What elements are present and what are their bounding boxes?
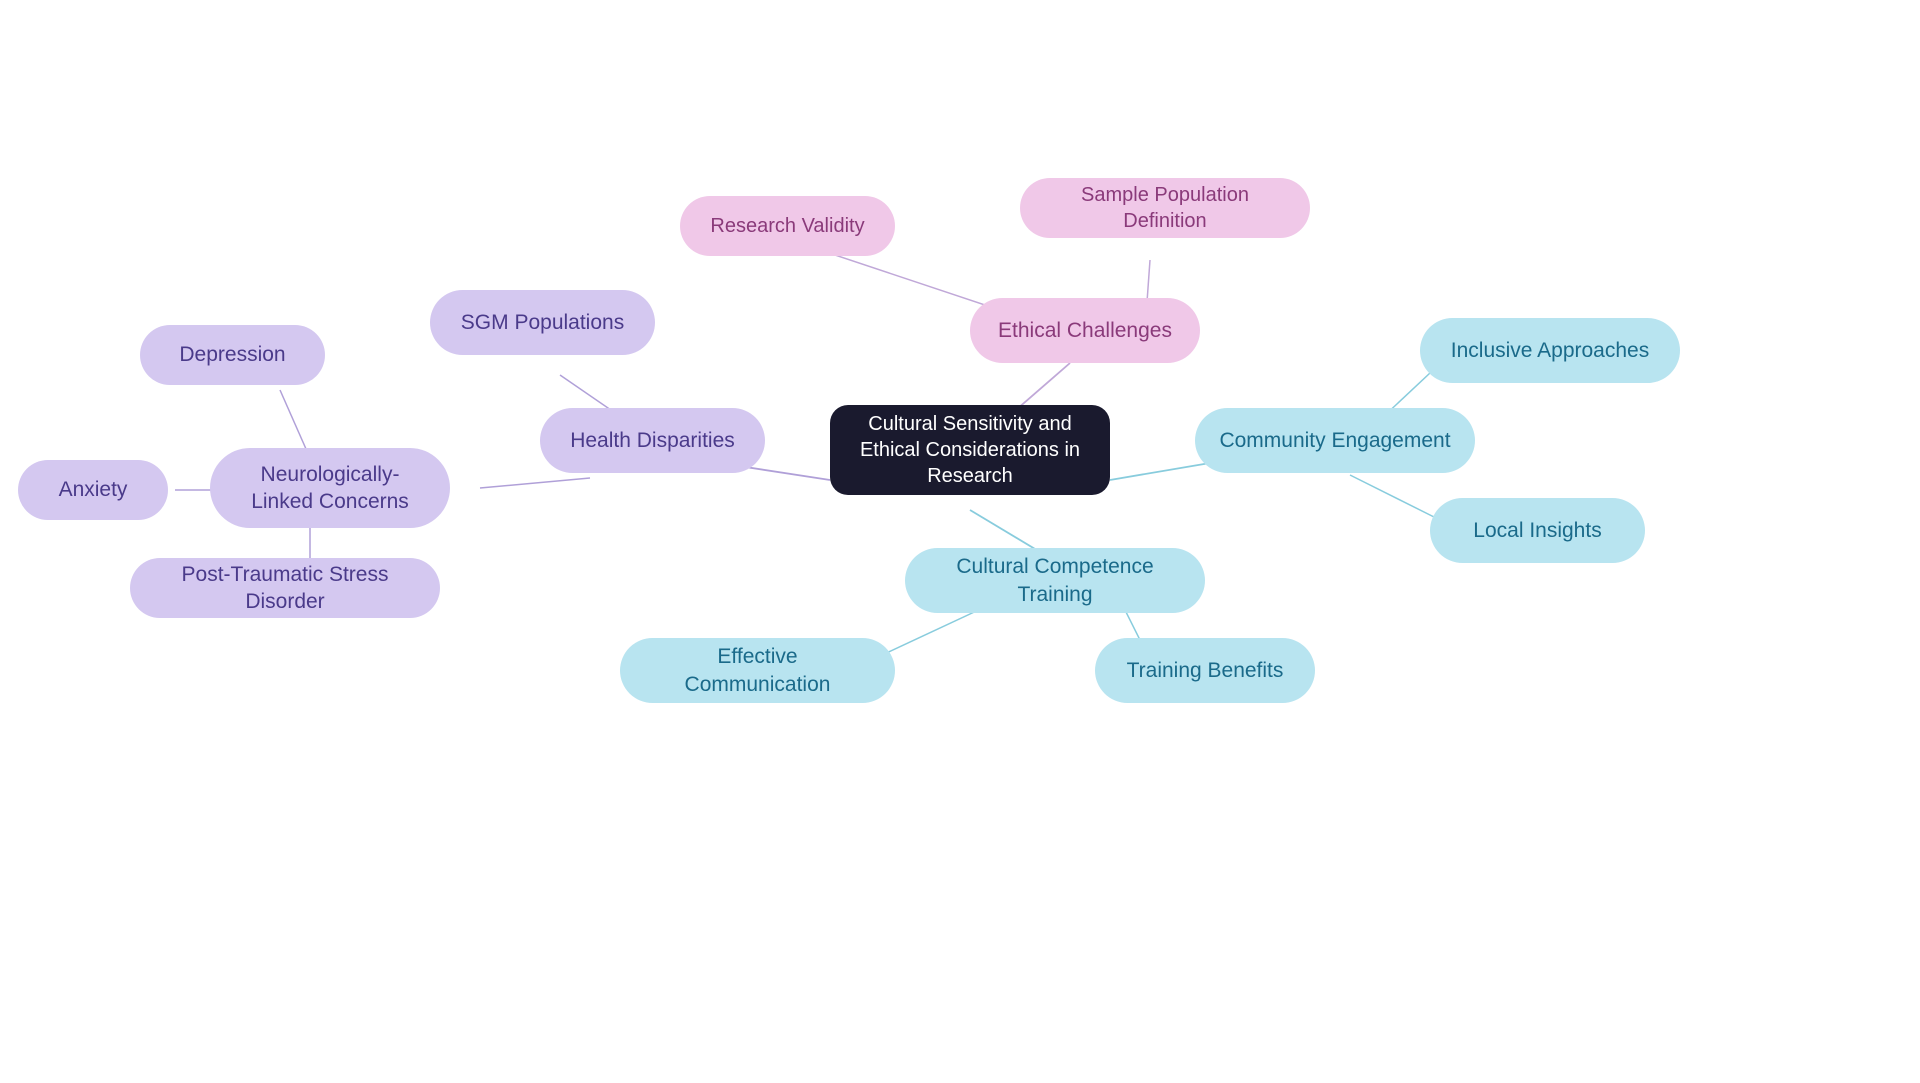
- community-engagement-node: Community Engagement: [1195, 408, 1475, 473]
- neuro-linked-node: Neurologically-Linked Concerns: [210, 448, 450, 528]
- cultural-competence-node: Cultural Competence Training: [905, 548, 1205, 613]
- health-disparities-node: Health Disparities: [540, 408, 765, 473]
- ptsd-node: Post-Traumatic Stress Disorder: [130, 558, 440, 618]
- research-validity-node: Research Validity: [680, 196, 895, 256]
- inclusive-approaches-node: Inclusive Approaches: [1420, 318, 1680, 383]
- local-insights-node: Local Insights: [1430, 498, 1645, 563]
- ethical-challenges-node: Ethical Challenges: [970, 298, 1200, 363]
- sample-population-node: Sample Population Definition: [1020, 178, 1310, 238]
- anxiety-node: Anxiety: [18, 460, 168, 520]
- training-benefits-node: Training Benefits: [1095, 638, 1315, 703]
- depression-node: Depression: [140, 325, 325, 385]
- center-node: Cultural Sensitivity and Ethical Conside…: [830, 405, 1110, 495]
- effective-communication-node: Effective Communication: [620, 638, 895, 703]
- sgm-populations-node: SGM Populations: [430, 290, 655, 355]
